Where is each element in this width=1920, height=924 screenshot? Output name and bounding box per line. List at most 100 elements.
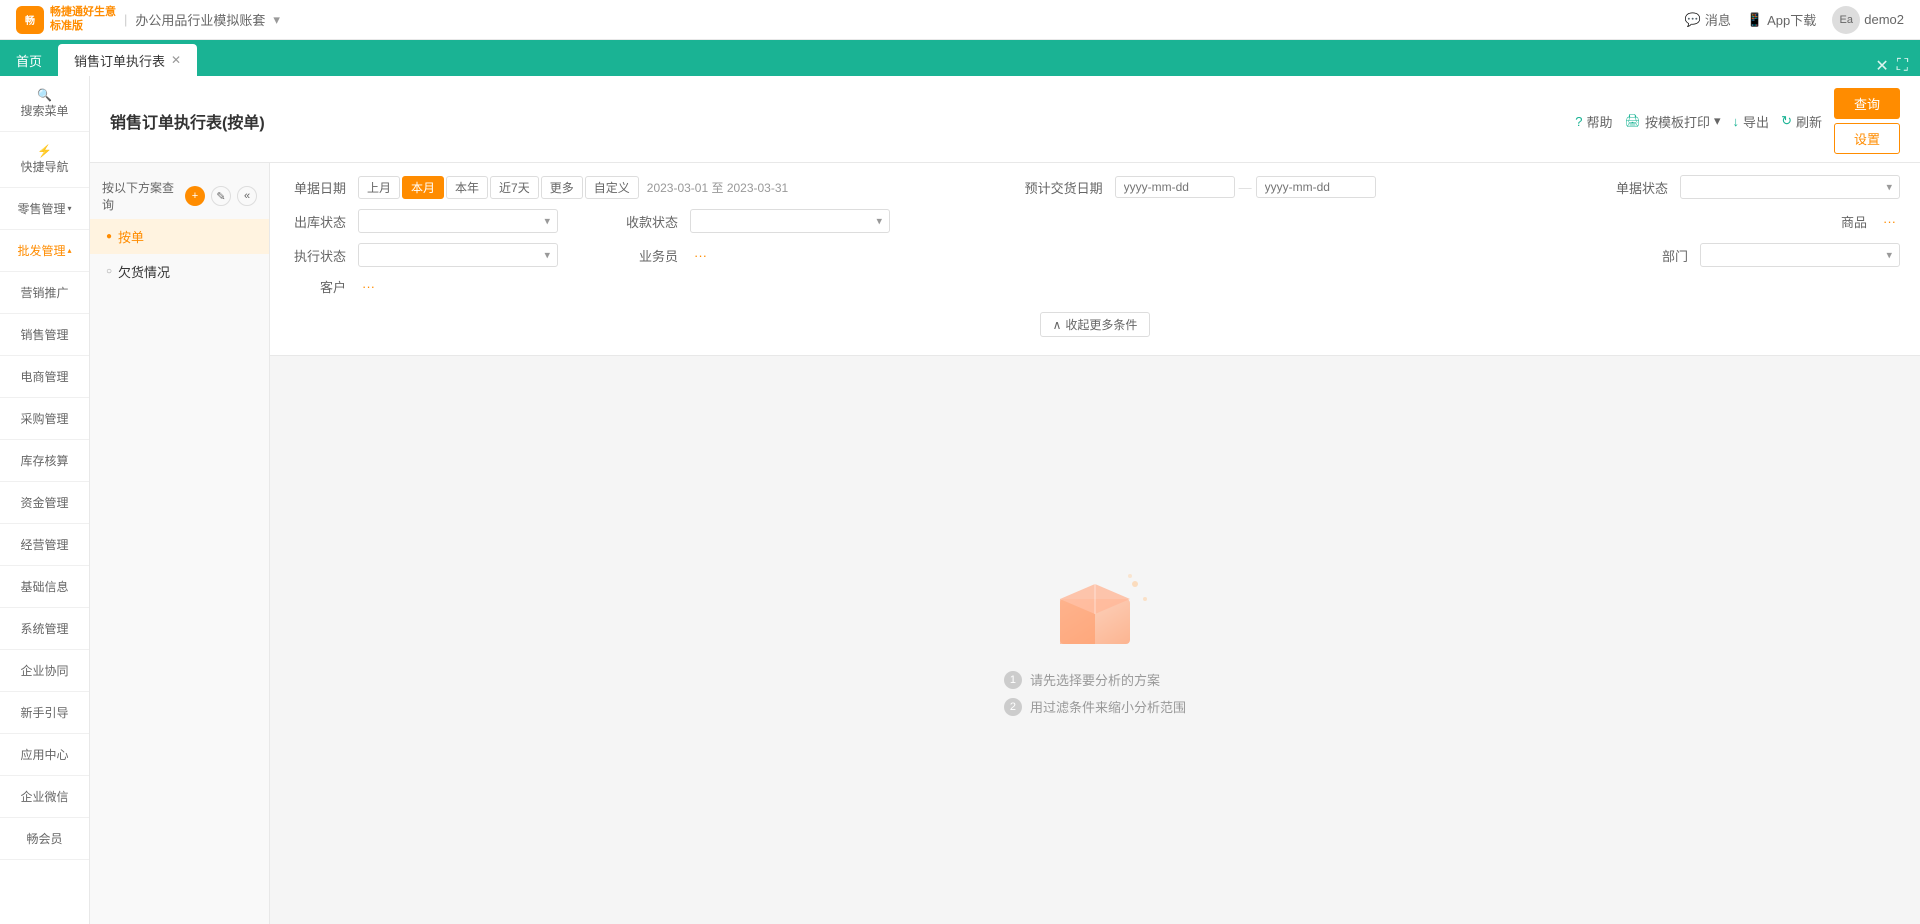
tab-close-window-icon[interactable]: ✕	[1875, 56, 1888, 76]
step-1-text: 请先选择要分析的方案	[1030, 670, 1160, 689]
sidebar-item-appstore[interactable]: 应用中心	[0, 734, 89, 776]
sidebar-item-finance[interactable]: 资金管理	[0, 482, 89, 524]
sidebar-item-purchase[interactable]: 采购管理	[0, 398, 89, 440]
sidebar-item-ecommerce[interactable]: 电商管理	[0, 356, 89, 398]
marketing-label: 营销推广	[20, 286, 68, 300]
add-scheme-btn[interactable]: +	[185, 186, 205, 206]
date-range-text: 2023-03-01 至 2023-03-31	[647, 179, 788, 196]
sidebar-item-basic[interactable]: 基础信息	[0, 566, 89, 608]
operations-label: 经营管理	[20, 538, 68, 552]
export-label: 导出	[1743, 112, 1769, 131]
tab-sales-order-label: 销售订单执行表	[74, 51, 165, 70]
topbar-right: 💬 消息 📱 App下载 Ea demo2	[1685, 6, 1904, 34]
step-2-text: 用过滤条件来缩小分析范围	[1030, 697, 1186, 716]
collapse-btn[interactable]: ∧ 收起更多条件	[1040, 312, 1151, 337]
sidebar-item-sales[interactable]: 销售管理	[0, 314, 89, 356]
filter-row-2: 出库状态 收款状态	[290, 209, 1900, 233]
export-btn[interactable]: ↓ 导出	[1733, 112, 1770, 131]
topbar: 畅 畅捷通好生意 标准版 | 办公用品行业模拟账套 ▾ 💬 消息 📱 App下载…	[0, 0, 1920, 40]
inventory-label: 库存核算	[20, 454, 68, 468]
system-label: 系统管理	[20, 622, 68, 636]
retail-label: 零售管理	[17, 200, 65, 217]
sidebar-item-member[interactable]: 畅会员	[0, 818, 89, 860]
delivery-status-wrapper	[358, 209, 558, 233]
app-download-btn[interactable]: 📱 App下载	[1747, 10, 1816, 29]
refresh-btn[interactable]: ↻ 刷新	[1781, 112, 1822, 131]
date-btn-more[interactable]: 更多	[541, 176, 583, 199]
sidebar-item-retail[interactable]: 零售管理 ▾	[0, 188, 89, 230]
sidebar-item-wechat[interactable]: 企业微信	[0, 776, 89, 818]
main-layout: 🔍 搜索菜单 ⚡ 快捷导航 零售管理 ▾ 批发管理 ▴ 营销推广 销售管理 电商…	[0, 76, 1920, 924]
edit-scheme-btn[interactable]: ✎	[211, 186, 231, 206]
delivery-status-label: 出库状态	[290, 212, 346, 231]
print-btn[interactable]: 🖨 按模板打印 ▾	[1624, 112, 1720, 131]
member-label: 畅会员	[26, 832, 62, 846]
exec-status-select[interactable]	[358, 243, 558, 267]
sidebar: 🔍 搜索菜单 ⚡ 快捷导航 零售管理 ▾ 批发管理 ▴ 营销推广 销售管理 电商…	[0, 76, 90, 924]
sidebar-search[interactable]: 🔍 搜索菜单	[0, 76, 89, 132]
page-actions: ? 帮助 🖨 按模板打印 ▾ ↓ 导出 ↻ 刷新 查询	[1575, 88, 1900, 154]
breadcrumb-dropdown-icon[interactable]: ▾	[273, 12, 280, 28]
avatar: Ea	[1832, 6, 1860, 34]
step-2-num: 2	[1004, 698, 1022, 716]
payment-status-label: 收款状态	[622, 212, 678, 231]
status-select[interactable]	[1680, 175, 1900, 199]
left-panel-header: 按以下方案查询 + ✎ «	[90, 173, 269, 219]
sidebar-item-enterprise[interactable]: 企业协同	[0, 650, 89, 692]
help-btn[interactable]: ? 帮助	[1575, 112, 1612, 131]
sidebar-item-newbie[interactable]: 新手引导	[0, 692, 89, 734]
delivery-status-select[interactable]	[358, 209, 558, 233]
tab-maximize-icon[interactable]: ⛶	[1897, 57, 1908, 75]
tab-close-icon[interactable]: ✕	[171, 53, 181, 67]
sidebar-item-operations[interactable]: 经营管理	[0, 524, 89, 566]
message-btn[interactable]: 💬 消息	[1685, 10, 1731, 29]
query-button[interactable]: 查询	[1834, 88, 1900, 119]
finance-label: 资金管理	[20, 496, 68, 510]
scheme-debt[interactable]: ○ 欠货情况	[90, 254, 269, 289]
follow-icon: ●	[106, 231, 112, 242]
filter-row-1: 单据日期 上月 本月 本年 近7天 更多 自定义 2023-03-01 至 20…	[290, 175, 1900, 199]
sidebar-item-marketing[interactable]: 营销推广	[0, 272, 89, 314]
print-dropdown-icon: ▾	[1714, 113, 1721, 129]
date-btn-curr-year[interactable]: 本年	[446, 176, 488, 199]
date-btn-custom[interactable]: 自定义	[585, 176, 639, 199]
department-select[interactable]	[1700, 243, 1900, 267]
settings-button[interactable]: 设置	[1834, 123, 1900, 154]
predicted-delivery-start[interactable]	[1115, 176, 1235, 198]
retail-expand-icon: ▾	[68, 204, 72, 213]
tab-home[interactable]: 首页	[0, 44, 58, 76]
date-btn-curr-month[interactable]: 本月	[402, 176, 444, 199]
wholesale-expand-icon: ▴	[68, 246, 72, 255]
empty-steps: 1 请先选择要分析的方案 2 用过滤条件来缩小分析范围	[1004, 670, 1186, 716]
product-picker-btn[interactable]: ···	[1879, 214, 1900, 229]
sidebar-item-wholesale[interactable]: 批发管理 ▴	[0, 230, 89, 272]
sidebar-item-system[interactable]: 系统管理	[0, 608, 89, 650]
predicted-delivery-label: 预计交货日期	[1025, 178, 1103, 197]
collapse-label: 收起更多条件	[1065, 316, 1137, 333]
collapse-icon: ∧	[1053, 318, 1062, 332]
appstore-label: 应用中心	[20, 748, 68, 762]
user-profile[interactable]: Ea demo2	[1832, 6, 1904, 34]
basic-label: 基础信息	[20, 580, 68, 594]
date-btn-last-7-days[interactable]: 近7天	[490, 176, 539, 199]
sidebar-quick-nav[interactable]: ⚡ 快捷导航	[0, 132, 89, 188]
print-icon: 🖨	[1624, 113, 1641, 129]
customer-picker-btn[interactable]: ···	[358, 279, 379, 294]
step-1-num: 1	[1004, 671, 1022, 689]
empty-svg	[1035, 564, 1155, 654]
predicted-delivery-end[interactable]	[1256, 176, 1376, 198]
tab-sales-order[interactable]: 销售订单执行表 ✕	[58, 44, 197, 76]
date-separator: —	[1239, 180, 1252, 195]
page-header: 销售订单执行表(按单) ? 帮助 🖨 按模板打印 ▾ ↓ 导出 ↻ 刷新	[90, 76, 1920, 163]
payment-status-select[interactable]	[690, 209, 890, 233]
message-icon: 💬	[1685, 12, 1701, 28]
sidebar-item-inventory[interactable]: 库存核算	[0, 440, 89, 482]
collapse-panel-btn[interactable]: «	[237, 186, 257, 206]
content-body: 按以下方案查询 + ✎ « ● 按单 ○ 欠货情况	[90, 163, 1920, 924]
date-btn-prev-month[interactable]: 上月	[358, 176, 400, 199]
tabbar: 首页 销售订单执行表 ✕ ✕ ⛶	[0, 40, 1920, 76]
logo-text: 畅	[25, 12, 35, 27]
scheme-follow[interactable]: ● 按单	[90, 219, 269, 254]
salesperson-picker-btn[interactable]: ···	[690, 248, 711, 263]
date-options: 上月 本月 本年 近7天 更多 自定义	[358, 176, 639, 199]
